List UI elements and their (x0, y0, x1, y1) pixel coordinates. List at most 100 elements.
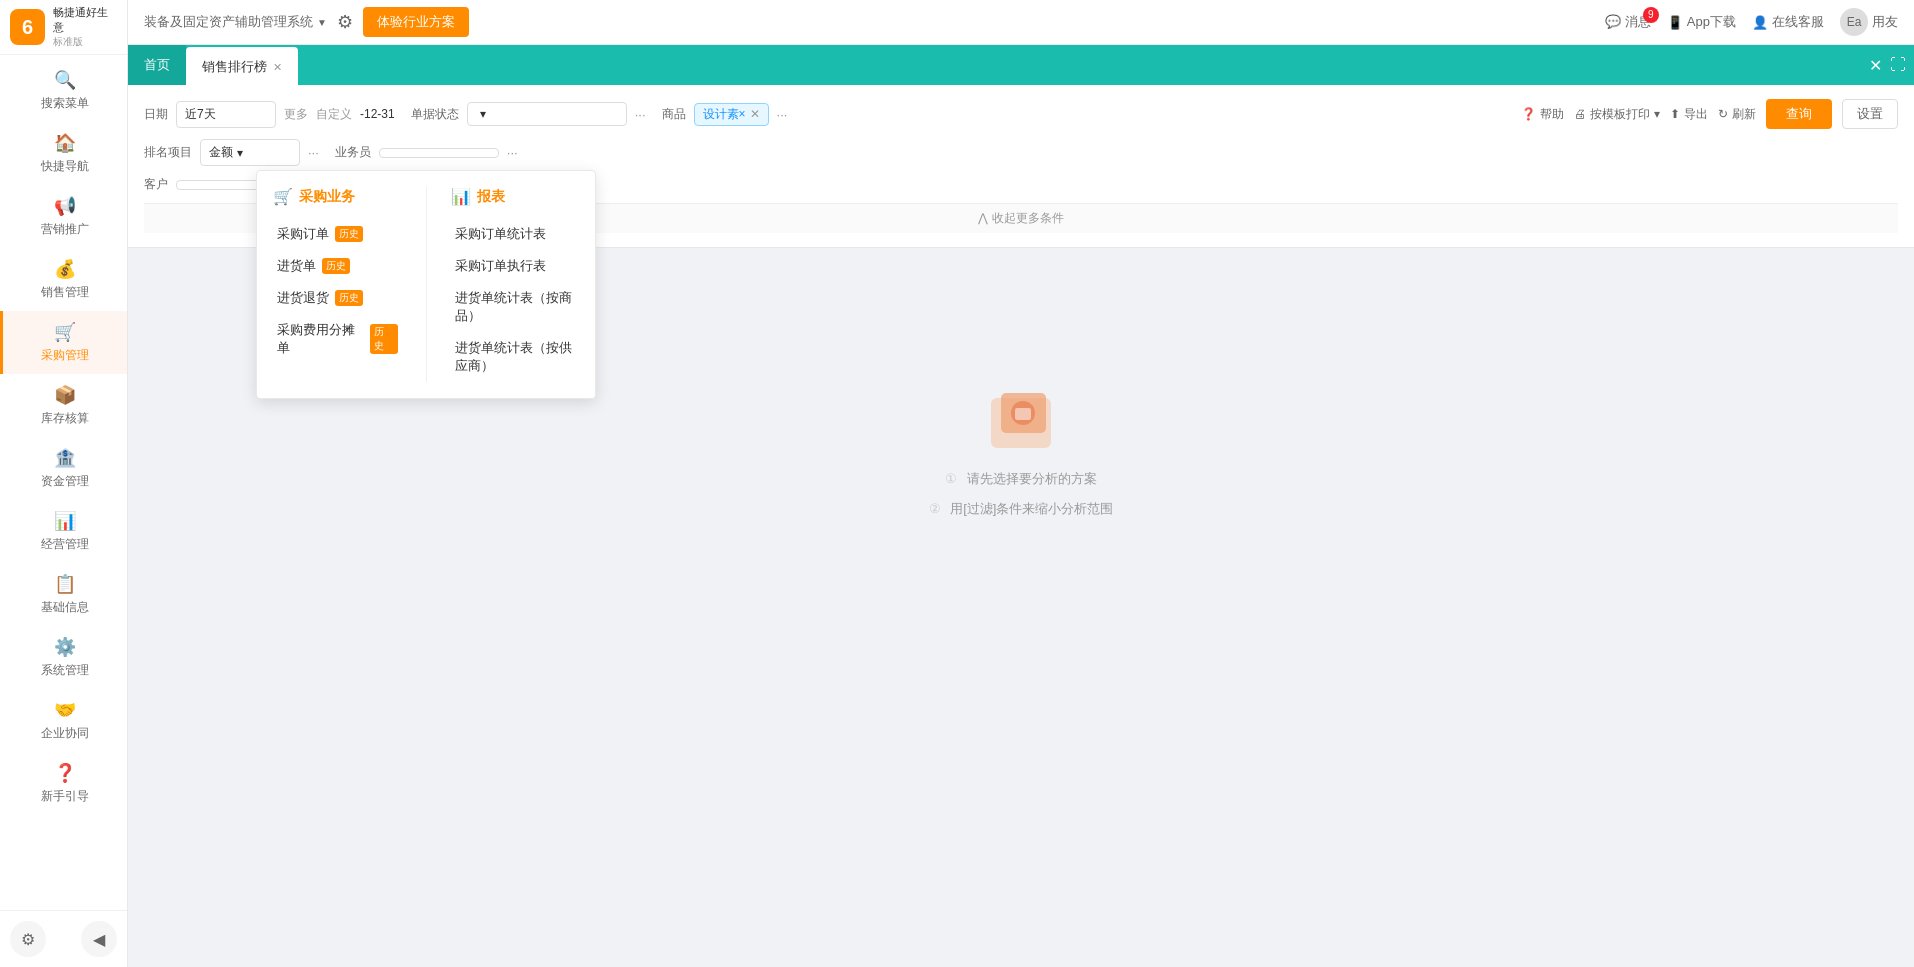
sidebar-item-marketing[interactable]: 📢 营销推广 (0, 185, 127, 248)
refresh-icon: ↻ (1718, 107, 1728, 121)
product-filter: 商品 设计素× ✕ ··· (662, 101, 788, 128)
history-badge: 历史 (335, 226, 363, 242)
tab-sales-rank-label: 销售排行榜 (202, 58, 267, 76)
logo-sub: 标准版 (53, 35, 117, 49)
date-value: 近7天 (185, 106, 216, 123)
print-icon: 🖨 (1574, 107, 1586, 121)
tab-sales-rank[interactable]: 销售排行榜 ✕ (186, 47, 298, 87)
close-all-icon[interactable]: ✕ (1869, 56, 1882, 75)
online-service-button[interactable]: 👤 在线客服 (1752, 13, 1824, 31)
status-filter: 单据状态 ▾ ··· (411, 101, 646, 128)
menu-item-purchase-order-exec[interactable]: 采购订单执行表 (451, 250, 580, 282)
salesman-more-icon[interactable]: ··· (507, 145, 518, 160)
message-button[interactable]: 💬 消息 9 (1605, 13, 1651, 31)
date-range-end: -12-31 (360, 107, 395, 121)
sidebar-item-purchase[interactable]: 🛒 采购管理 (0, 311, 127, 374)
menu-item-purchase-cost[interactable]: 采购费用分摊单 历史 (273, 314, 402, 364)
chevron-down-icon: ▾ (480, 107, 486, 121)
sidebar-item-label: 销售管理 (41, 284, 89, 301)
date-label: 日期 (144, 106, 168, 123)
rank-select[interactable]: 金额 ▾ (200, 139, 300, 166)
date-custom[interactable]: 自定义 (316, 106, 352, 123)
settings-button[interactable]: ⚙ (10, 921, 46, 957)
export-button[interactable]: ⬆ 导出 (1670, 106, 1708, 123)
salesman-select[interactable] (379, 148, 499, 158)
customer-label: 客户 (144, 176, 168, 193)
sidebar-item-sales[interactable]: 💰 销售管理 (0, 248, 127, 311)
basic-icon: 📋 (54, 573, 76, 595)
history-badge: 历史 (335, 290, 363, 306)
menu-item-label: 采购订单统计表 (455, 225, 546, 243)
dropdown-arrow-icon: ▼ (317, 17, 327, 28)
history-badge: 历史 (322, 258, 350, 274)
menu-item-goods-stat-product[interactable]: 进货单统计表（按商品） (451, 282, 580, 332)
sidebar-item-quicknav[interactable]: 🏠 快捷导航 (0, 122, 127, 185)
dropdown-menu: 🛒 采购业务 采购订单 历史 进货单 历史 进货退货 历史 采购费用分摊单 (256, 170, 596, 399)
rank-arrow-icon: ▾ (237, 146, 243, 160)
solution-button[interactable]: 体验行业方案 (363, 7, 469, 37)
tab-home[interactable]: 首页 (128, 45, 186, 85)
settings-config-button[interactable]: 设置 (1842, 99, 1898, 129)
sidebar-item-label: 采购管理 (41, 347, 89, 364)
menu-item-purchase-order[interactable]: 采购订单 历史 (273, 218, 402, 250)
product-tag-remove-icon[interactable]: ✕ (750, 107, 760, 121)
sidebar-item-inventory[interactable]: 📦 库存核算 (0, 374, 127, 437)
status-label: 单据状态 (411, 106, 459, 123)
help-button[interactable]: ❓ 帮助 (1521, 106, 1564, 123)
export-icon: ⬆ (1670, 107, 1680, 121)
query-button[interactable]: 查询 (1766, 99, 1832, 129)
logo-icon: 6 (10, 9, 45, 45)
user-button[interactable]: Ea 用友 (1840, 8, 1898, 36)
sidebar-item-label: 营销推广 (41, 221, 89, 238)
sidebar-item-label: 快捷导航 (41, 158, 89, 175)
report-col-icon: 📊 (451, 187, 471, 206)
phone-icon: 📱 (1667, 15, 1683, 30)
refresh-button[interactable]: ↻ 刷新 (1718, 106, 1756, 123)
print-button[interactable]: 🖨 按模板打印 ▾ (1574, 106, 1660, 123)
topbar-settings-icon[interactable]: ⚙ (337, 11, 353, 33)
maximize-icon[interactable]: ⛶ (1890, 56, 1906, 74)
sidebar-item-system[interactable]: ⚙️ 系统管理 (0, 626, 127, 689)
menu-item-label: 采购订单 (277, 225, 329, 243)
rank-more-icon[interactable]: ··· (308, 145, 319, 160)
topbar: 装备及固定资产辅助管理系统 ▼ ⚙ 体验行业方案 💬 消息 9 📱 App下载 … (128, 0, 1914, 45)
notification-badge: 9 (1643, 7, 1659, 23)
sidebar-item-label: 资金管理 (41, 473, 89, 490)
status-more-icon[interactable]: ··· (635, 107, 646, 122)
tab-close-icon[interactable]: ✕ (273, 61, 282, 74)
toolbar-right: ❓ 帮助 🖨 按模板打印 ▾ ⬆ 导出 ↻ 刷新 (1521, 99, 1898, 129)
menu-item-label: 进货单统计表（按商品） (455, 289, 576, 325)
sidebar-item-label: 企业协同 (41, 725, 89, 742)
app-download-button[interactable]: 📱 App下载 (1667, 13, 1736, 31)
sidebar-item-operation[interactable]: 📊 经营管理 (0, 500, 127, 563)
sidebar-item-enterprise[interactable]: 🤝 企业协同 (0, 689, 127, 752)
sidebar-item-basic[interactable]: 📋 基础信息 (0, 563, 127, 626)
menu-item-goods-return[interactable]: 进货退货 历史 (273, 282, 402, 314)
sidebar-item-search[interactable]: 🔍 搜索菜单 (0, 59, 127, 122)
purchase-col-icon: 🛒 (273, 187, 293, 206)
marketing-icon: 📢 (54, 195, 76, 217)
menu-item-goods-stat-supplier[interactable]: 进货单统计表（按供应商） (451, 332, 580, 382)
menu-item-label: 进货单 (277, 257, 316, 275)
sidebar-nav: 🔍 搜索菜单 🏠 快捷导航 📢 营销推广 💰 销售管理 🛒 采购管理 📦 库存核… (0, 55, 127, 910)
product-more-icon[interactable]: ··· (777, 107, 788, 122)
purchase-icon: 🛒 (54, 321, 76, 343)
history-badge: 历史 (370, 324, 397, 354)
menu-item-purchase-order-stat[interactable]: 采购订单统计表 (451, 218, 580, 250)
collapse-button[interactable]: ◀ (81, 921, 117, 957)
menu-item-goods-receipt[interactable]: 进货单 历史 (273, 250, 402, 282)
collapse-up-icon: ⋀ (978, 211, 988, 225)
rank-value: 金额 (209, 144, 233, 161)
system-title[interactable]: 装备及固定资产辅助管理系统 ▼ (144, 13, 327, 31)
sidebar-item-newbie[interactable]: ❓ 新手引导 (0, 752, 127, 815)
sales-icon: 💰 (54, 258, 76, 280)
salesman-filter: 业务员 ··· (335, 144, 518, 161)
purchase-col-title: 🛒 采购业务 (273, 187, 402, 206)
product-tag: 设计素× ✕ (694, 103, 769, 126)
sidebar-item-finance[interactable]: 🏦 资金管理 (0, 437, 127, 500)
status-select[interactable]: ▾ (467, 102, 627, 126)
date-select[interactable]: 近7天 (176, 101, 276, 128)
tabbar: 首页 销售排行榜 ✕ ✕ ⛶ (128, 45, 1914, 85)
date-more[interactable]: 更多 (284, 106, 308, 123)
sidebar: 6 畅捷通好生意 标准版 🔍 搜索菜单 🏠 快捷导航 📢 营销推广 💰 销售管理… (0, 0, 128, 967)
